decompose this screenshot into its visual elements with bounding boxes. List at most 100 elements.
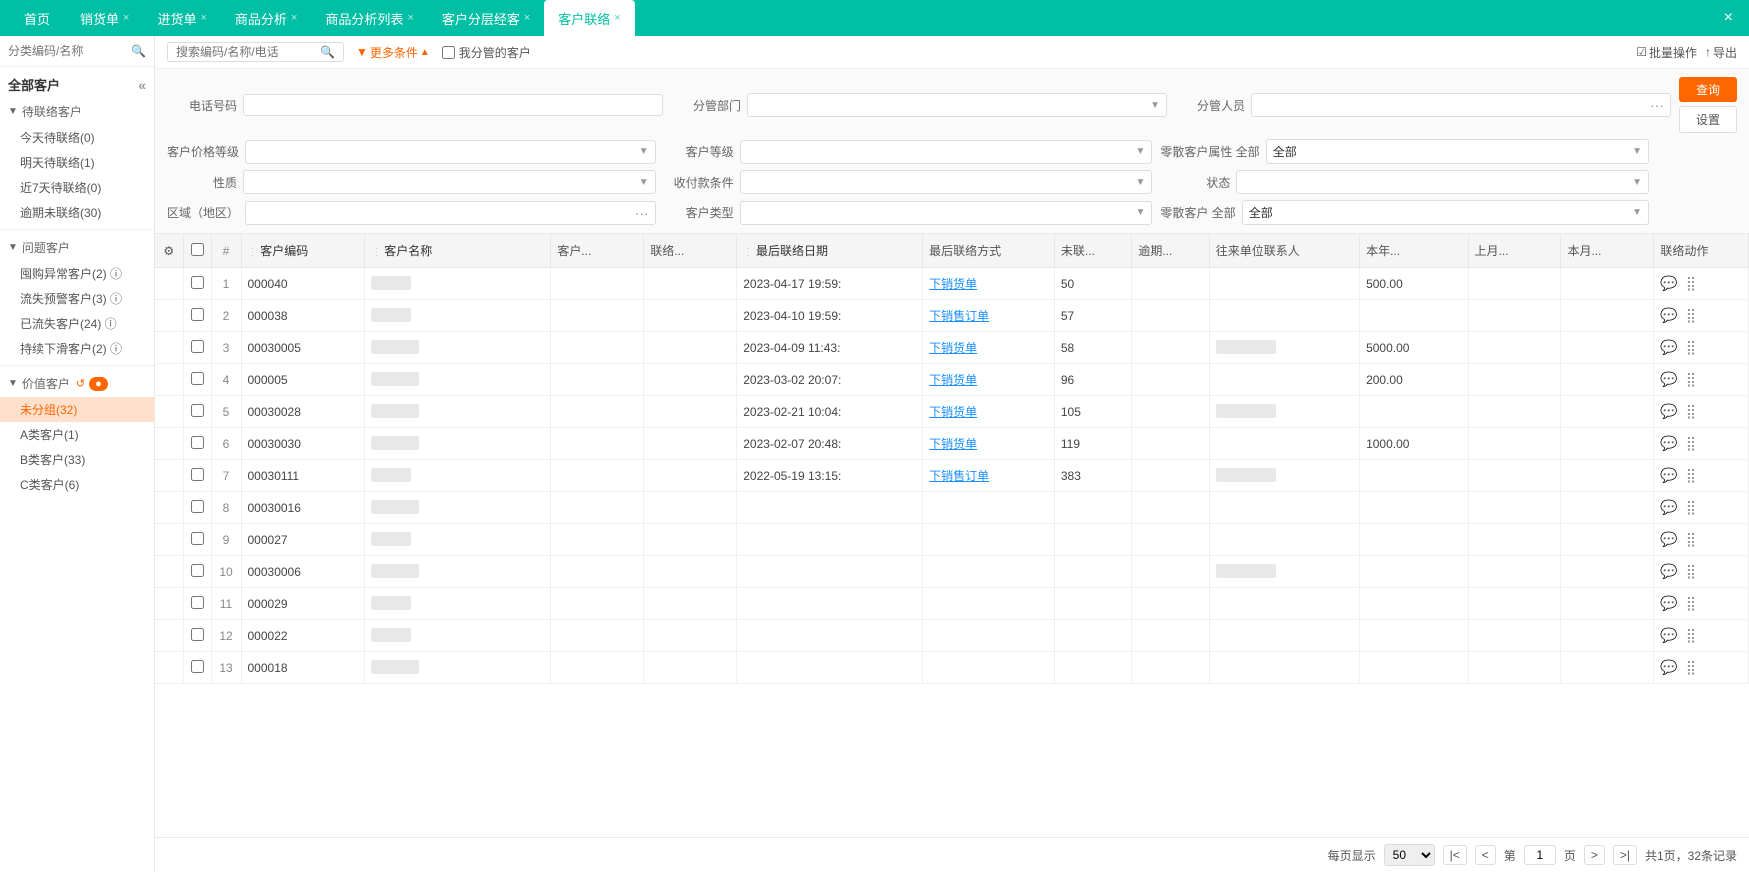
row-checkbox[interactable] [191,532,204,545]
last-contact-way[interactable] [923,588,1055,620]
grid-icon[interactable]: ⣿ [1686,275,1696,292]
sidebar-item-class-c[interactable]: C类客户(6) [0,472,154,497]
batch-op-btn[interactable]: ☑ 批量操作 [1636,44,1697,61]
phone-input[interactable] [243,94,663,116]
grid-icon[interactable]: ⣿ [1686,371,1696,388]
search-box[interactable]: 🔍 [167,42,344,62]
sidebar-group-problem[interactable]: ▼ 问题客户 [0,234,154,261]
sidebar-item-7days[interactable]: 近7天待联络(0) [0,175,154,200]
region-ellipsis-icon[interactable]: ··· [635,205,649,221]
row-checkbox-cell[interactable] [183,396,211,428]
overdue-header[interactable]: 逾期... [1132,234,1209,268]
contact-header[interactable]: 联络... [644,234,737,268]
row-checkbox[interactable] [191,276,204,289]
sidebar-item-churned[interactable]: 已流失客户(24) ⓘ [0,311,154,336]
close-customer-contact-icon[interactable]: × [614,12,620,24]
last-way-link[interactable]: 下销货单 [929,405,977,419]
retail-attr-select[interactable]: 全部 ▼ [1266,139,1649,164]
last-page-btn[interactable]: >| [1613,845,1637,865]
grid-icon[interactable]: ⣿ [1686,531,1696,548]
last-way-link[interactable]: 下销货单 [929,341,977,355]
message-icon[interactable]: 💬 [1660,531,1677,548]
row-checkbox-cell[interactable] [183,428,211,460]
retail-customer-select[interactable]: 全部 ▼ [1242,200,1649,225]
status-select[interactable]: ▼ [1236,170,1649,194]
row-checkbox-cell[interactable] [183,588,211,620]
row-checkbox-cell[interactable] [183,300,211,332]
row-checkbox[interactable] [191,308,204,321]
grid-icon[interactable]: ⣿ [1686,435,1696,452]
payment-select[interactable]: ▼ [740,170,1153,194]
person-ellipsis-icon[interactable]: ··· [1650,97,1664,113]
last-contact-way[interactable] [923,492,1055,524]
last-contact-way[interactable]: 下销售订单 [923,300,1055,332]
dept-select[interactable]: ▼ [747,93,1167,117]
message-icon[interactable]: 💬 [1660,275,1677,292]
uncontact-header[interactable]: 未联... [1054,234,1131,268]
row-checkbox[interactable] [191,564,204,577]
message-icon[interactable]: 💬 [1660,563,1677,580]
all-customers-header[interactable]: 全部客户 « [0,67,154,98]
row-checkbox[interactable] [191,500,204,513]
close-product-analysis-list-icon[interactable]: × [407,12,413,24]
region-select[interactable]: ··· [245,201,656,225]
sidebar-item-hoarding[interactable]: 囤购异常客户(2) ⓘ [0,261,154,286]
name-header[interactable]: 客户名称 [365,234,551,268]
customer-level-select[interactable]: ▼ [740,140,1153,164]
message-icon[interactable]: 💬 [1660,403,1677,420]
first-page-btn[interactable]: |< [1443,845,1467,865]
row-checkbox[interactable] [191,436,204,449]
nav-tab-sales[interactable]: 销货单 × [66,0,143,36]
last-way-link[interactable]: 下销售订单 [929,469,989,483]
last-contact-way[interactable] [923,652,1055,684]
nature-select[interactable]: ▼ [243,170,656,194]
price-level-select[interactable]: ▼ [245,140,656,164]
row-checkbox[interactable] [191,660,204,673]
last-contact-way[interactable]: 下销货单 [923,428,1055,460]
last-month-header[interactable]: 上月... [1468,234,1561,268]
last-contact-way[interactable] [923,620,1055,652]
grid-icon[interactable]: ⣿ [1686,499,1696,516]
this-year-header[interactable]: 本年... [1360,234,1468,268]
row-checkbox-cell[interactable] [183,364,211,396]
search-input[interactable] [176,45,316,59]
message-icon[interactable]: 💬 [1660,499,1677,516]
more-conditions-btn[interactable]: ▼ 更多条件 ▲ [356,44,430,61]
last-contact-way[interactable]: 下销货单 [923,332,1055,364]
grid-icon[interactable]: ⣿ [1686,307,1696,324]
message-icon[interactable]: 💬 [1660,339,1677,356]
grid-icon[interactable]: ⣿ [1686,563,1696,580]
grid-icon[interactable]: ⣿ [1686,467,1696,484]
nav-tab-customer-segment[interactable]: 客户分层经客 × [428,0,544,36]
query-btn[interactable]: 查询 [1679,77,1737,102]
contact-person-header[interactable]: 往来单位联系人 [1209,234,1359,268]
sidebar-collapse-icon[interactable]: « [138,77,146,93]
sidebar-group-pending[interactable]: ▼ 待联络客户 [0,98,154,125]
grid-icon[interactable]: ⣿ [1686,627,1696,644]
row-checkbox[interactable] [191,596,204,609]
row-checkbox-cell[interactable] [183,492,211,524]
code-header[interactable]: 客户编码 [241,234,365,268]
reset-btn[interactable]: 设置 [1679,106,1737,133]
prev-page-btn[interactable]: < [1475,845,1496,865]
message-icon[interactable]: 💬 [1660,435,1677,452]
sidebar-item-tomorrow[interactable]: 明天待联络(1) [0,150,154,175]
last-contact-way[interactable]: 下销货单 [923,268,1055,300]
row-checkbox-cell[interactable] [183,332,211,364]
search-icon[interactable]: 🔍 [320,45,335,59]
value-refresh-icon[interactable]: ↺ [76,377,85,390]
nav-tab-product-analysis-list[interactable]: 商品分析列表 × [311,0,427,36]
export-btn[interactable]: ↑ 导出 [1705,44,1737,61]
type-header[interactable]: 客户... [551,234,644,268]
page-number-input[interactable] [1524,845,1556,865]
last-contact-way[interactable]: 下销售订单 [923,460,1055,492]
sidebar-item-ungrouped[interactable]: 未分组(32) [0,397,154,422]
close-product-analysis-icon[interactable]: × [291,12,297,24]
row-checkbox[interactable] [191,340,204,353]
last-date-header[interactable]: 最后联络日期 [737,234,923,268]
select-all-checkbox[interactable] [191,243,204,256]
row-checkbox-cell[interactable] [183,556,211,588]
sidebar-item-class-b[interactable]: B类客户(33) [0,447,154,472]
row-checkbox-cell[interactable] [183,652,211,684]
sidebar-item-declining[interactable]: 持续下滑客户(2) ⓘ [0,336,154,361]
